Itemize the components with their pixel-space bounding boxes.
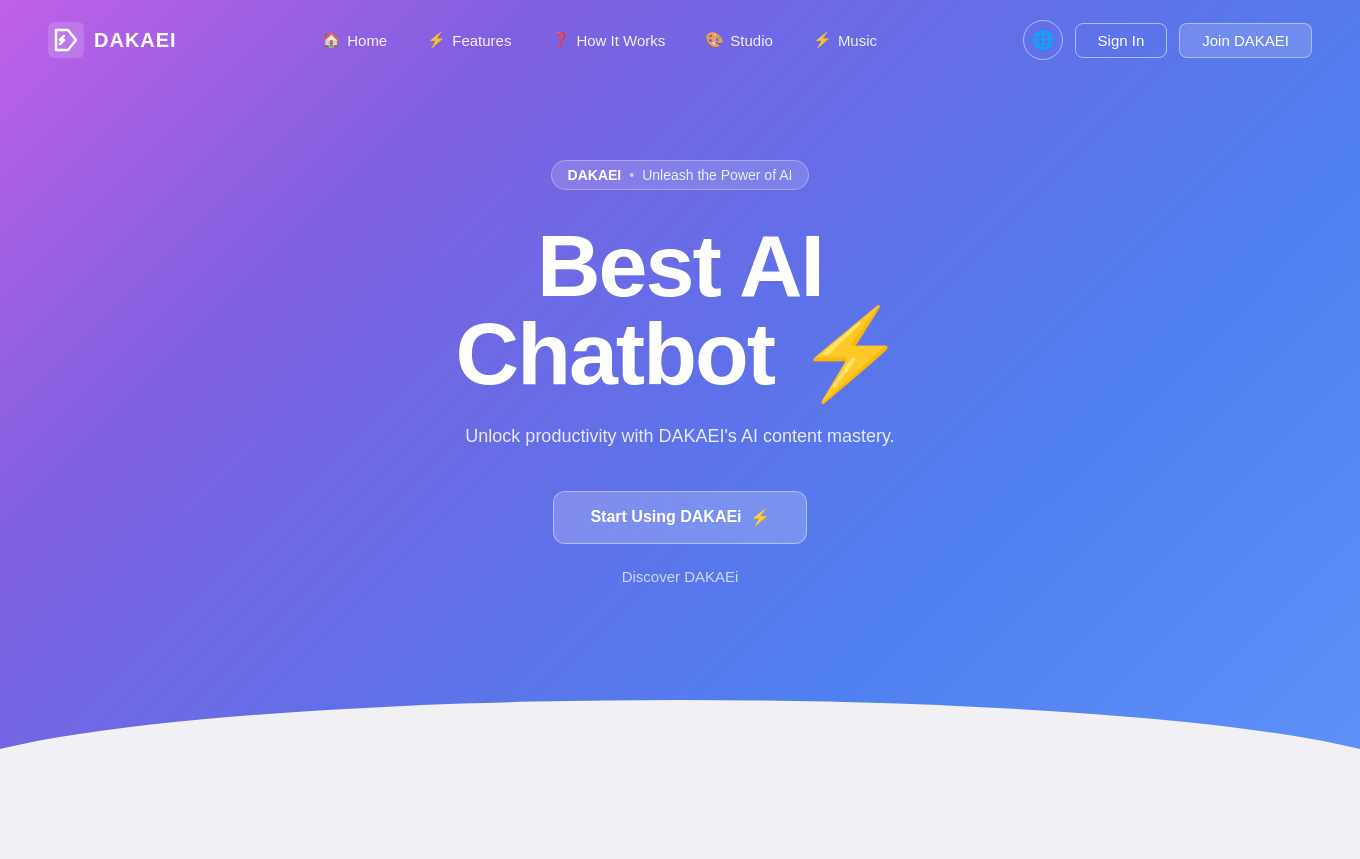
lightning-icon: ⚡ — [796, 310, 904, 398]
hero-title-line1: Best AI — [537, 216, 823, 315]
logo-icon — [48, 22, 84, 58]
navbar: DAKAEI 🏠 Home ⚡ Features ❓ How It Works … — [0, 0, 1360, 80]
home-icon: 🏠 — [322, 31, 341, 49]
badge-text: Unleash the Power of AI — [642, 167, 792, 183]
hero-section: DAKAEI 🏠 Home ⚡ Features ❓ How It Works … — [0, 0, 1360, 800]
join-button[interactable]: Join DAKAEI — [1179, 23, 1312, 58]
logo-text: DAKAEI — [94, 29, 177, 52]
globe-icon: 🌐 — [1032, 29, 1054, 51]
nav-how-it-works[interactable]: ❓ How It Works — [535, 23, 681, 57]
nav-actions: 🌐 Sign In Join DAKAEI — [1023, 20, 1312, 60]
svg-rect-0 — [48, 22, 84, 58]
badge-brand: DAKAEI — [568, 167, 622, 183]
nav-music[interactable]: ⚡ Music — [797, 23, 893, 57]
nav-studio[interactable]: 🎨 Studio — [689, 23, 789, 57]
hero-title-line2: Chatbot — [456, 304, 774, 403]
language-button[interactable]: 🌐 — [1023, 20, 1063, 60]
hero-subtitle: Unlock productivity with DAKAEI's AI con… — [465, 422, 894, 451]
footer-area — [0, 800, 1360, 859]
cta-label: Start Using DAKAEi — [590, 508, 741, 526]
how-it-works-icon: ❓ — [551, 31, 570, 49]
hero-badge: DAKAEI • Unleash the Power of AI — [551, 160, 810, 190]
signin-button[interactable]: Sign In — [1075, 23, 1168, 58]
nav-home[interactable]: 🏠 Home — [306, 23, 403, 57]
nav-features[interactable]: ⚡ Features — [411, 23, 527, 57]
hero-content: DAKAEI • Unleash the Power of AI Best AI… — [456, 160, 905, 585]
nav-links: 🏠 Home ⚡ Features ❓ How It Works 🎨 Studi… — [306, 23, 893, 57]
cta-lightning-icon: ⚡ — [750, 508, 770, 527]
hero-title: Best AI Chatbot ⚡ — [456, 222, 905, 398]
features-icon: ⚡ — [427, 31, 446, 49]
music-icon: ⚡ — [813, 31, 832, 49]
studio-icon: 🎨 — [705, 31, 724, 49]
discover-link[interactable]: Discover DAKAEi — [622, 568, 739, 585]
badge-separator: • — [629, 167, 634, 183]
logo[interactable]: DAKAEI — [48, 22, 177, 58]
cta-button[interactable]: Start Using DAKAEi ⚡ — [553, 491, 806, 544]
